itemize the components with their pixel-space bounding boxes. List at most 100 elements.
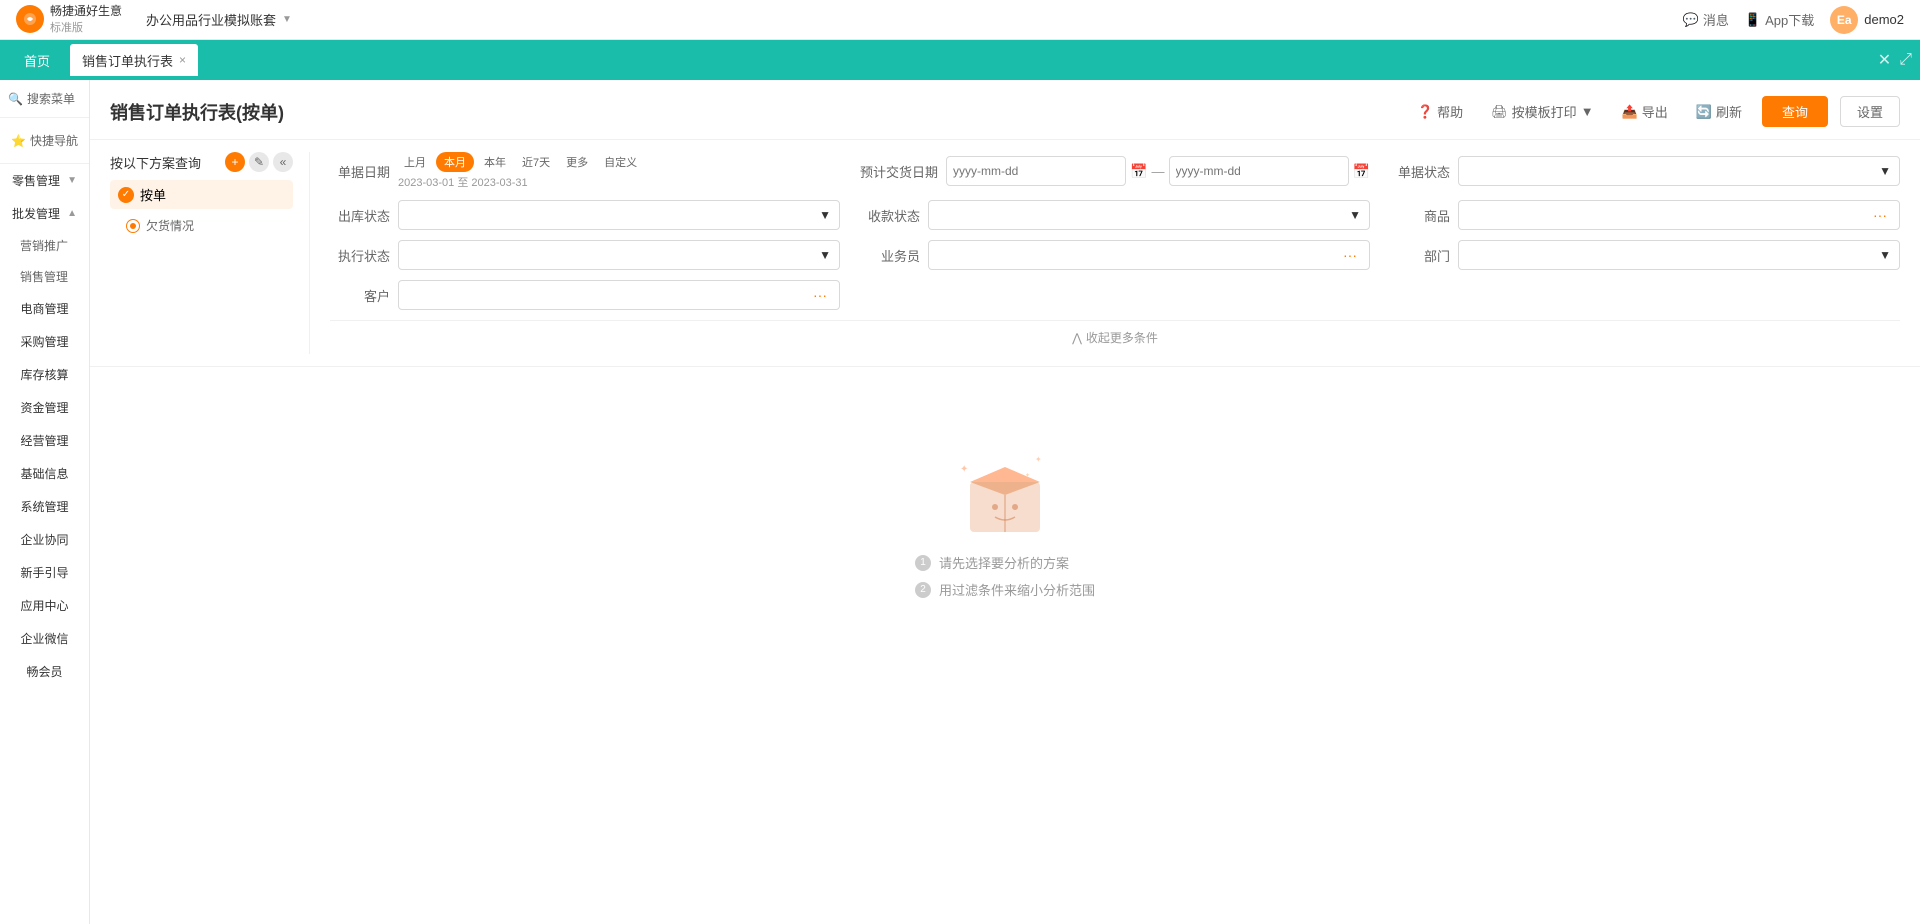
receipt-status-select[interactable]: ▼ — [928, 200, 1370, 230]
sidebar-item-system[interactable]: 系统管理 — [0, 490, 89, 523]
avatar: Ea — [1830, 6, 1858, 34]
edit-scheme-button[interactable]: ✎ — [249, 152, 269, 172]
doc-status-row: 单据状态 ▼ — [1390, 152, 1900, 190]
message-icon: 💬 — [1683, 12, 1699, 28]
doc-date-row: 单据日期 上月 本月 本年 近7天 更多 自定义 20 — [330, 152, 840, 190]
sidebar-item-guide[interactable]: 新手引导 — [0, 556, 89, 589]
help-icon: ❓ — [1417, 104, 1433, 120]
customer-label: 客户 — [330, 286, 390, 305]
exec-status-select[interactable]: ▼ — [398, 240, 840, 270]
this-year-btn[interactable]: 本年 — [478, 152, 512, 172]
tab-maximize-icon[interactable]: ⤢ — [1899, 51, 1912, 69]
filter-row-3: 执行状态 ▼ 业务员 ··· — [330, 240, 1900, 270]
sidebar-retail-header[interactable]: 零售管理 ▼ — [0, 164, 89, 197]
scheme-title: 按以下方案查询 — [110, 153, 201, 172]
top-header: 畅捷通好生意 标准版 办公用品行业模拟账套 ▼ 💬 消息 📱 App下载 Ea … — [0, 0, 1920, 40]
svg-text:✦: ✦ — [960, 464, 968, 475]
forecast-date-range: 📅 — 📅 — [946, 156, 1370, 186]
salesperson-label: 业务员 — [860, 246, 920, 265]
add-scheme-button[interactable]: + — [225, 152, 245, 172]
sidebar-wholesale-header[interactable]: 批发管理 ▲ — [0, 197, 89, 230]
goods-row: 商品 ··· — [1390, 200, 1900, 230]
scheme-dot-active: ✓ — [118, 187, 134, 203]
sidebar-item-apps[interactable]: 应用中心 — [0, 589, 89, 622]
refresh-icon: 🔄 — [1696, 104, 1712, 120]
receipt-status-label: 收款状态 — [860, 206, 920, 225]
query-button[interactable]: 查询 — [1762, 96, 1828, 127]
calendar-start-icon[interactable]: 📅 — [1130, 163, 1147, 180]
tab-bar-actions: ✕ ⤢ — [1878, 50, 1912, 70]
step-1-num: 1 — [915, 555, 931, 571]
sidebar-item-purchase[interactable]: 采购管理 — [0, 325, 89, 358]
sidebar-item-enterprise[interactable]: 企业协同 — [0, 523, 89, 556]
department-dropdown-icon: ▼ — [1879, 248, 1891, 262]
sidebar-item-member[interactable]: 畅会员 — [0, 655, 89, 688]
sidebar-item-wechat[interactable]: 企业微信 — [0, 622, 89, 655]
sidebar-search[interactable]: 🔍 搜索菜单 — [0, 80, 89, 118]
tab-sales-execution[interactable]: 销售订单执行表 × — [70, 44, 198, 76]
receipt-status-row: 收款状态 ▼ — [860, 200, 1370, 230]
filter-row-2: 出库状态 ▼ 收款状态 ▼ — [330, 200, 1900, 230]
scheme-actions: + ✎ « — [225, 152, 293, 172]
doc-date-label: 单据日期 — [330, 162, 390, 181]
app-download-button[interactable]: 📱 App下载 — [1745, 10, 1814, 29]
forecast-date-start[interactable] — [946, 156, 1126, 186]
template-print-button[interactable]: 🖨 按模板打印 ▼ — [1483, 98, 1601, 125]
goods-input[interactable]: ··· — [1458, 200, 1900, 230]
salesperson-ellipsis-icon[interactable]: ··· — [1339, 247, 1361, 263]
search-icon: 🔍 — [8, 92, 23, 106]
calendar-end-icon[interactable]: 📅 — [1353, 163, 1370, 180]
this-month-btn[interactable]: 本月 — [436, 152, 474, 172]
date-quick-buttons: 上月 本月 本年 近7天 更多 自定义 — [398, 152, 840, 172]
goods-ellipsis-icon[interactable]: ··· — [1869, 207, 1891, 223]
header-left: 畅捷通好生意 标准版 办公用品行业模拟账套 ▼ — [16, 4, 292, 34]
last-7-days-btn[interactable]: 近7天 — [516, 152, 556, 172]
user-area[interactable]: Ea demo2 — [1830, 6, 1904, 34]
help-button[interactable]: ❓ 帮助 — [1409, 98, 1471, 125]
sub-dot-icon — [126, 219, 140, 233]
sidebar-item-sales[interactable]: 销售管理 — [0, 261, 89, 292]
sidebar-item-ecommerce[interactable]: 电商管理 — [0, 292, 89, 325]
sidebar-item-quick-nav[interactable]: ⭐ 快捷导航 — [0, 124, 89, 157]
sidebar-item-marketing[interactable]: 营销推广 — [0, 230, 89, 261]
collapse-more-button[interactable]: ⋀ 收起更多条件 — [330, 320, 1900, 354]
refresh-button[interactable]: 🔄 刷新 — [1688, 98, 1750, 125]
sidebar-item-basic-info[interactable]: 基础信息 — [0, 457, 89, 490]
salesperson-input[interactable]: ··· — [928, 240, 1370, 270]
out-status-dropdown-icon: ▼ — [819, 208, 831, 222]
scheme-sub-arrears[interactable]: 欠货情况 — [118, 213, 285, 238]
account-selector[interactable]: 办公用品行业模拟账套 ▼ — [146, 10, 292, 29]
message-button[interactable]: 💬 消息 — [1683, 10, 1729, 29]
doc-status-select[interactable]: ▼ — [1458, 156, 1900, 186]
empty-text: 1 请先选择要分析的方案 2 用过滤条件来缩小分析范围 — [915, 553, 1095, 607]
forecast-date-end[interactable] — [1169, 156, 1349, 186]
sidebar-item-inventory[interactable]: 库存核算 — [0, 358, 89, 391]
settings-button[interactable]: 设置 — [1840, 96, 1900, 127]
customer-ellipsis-icon[interactable]: ··· — [809, 287, 831, 303]
tab-close-window-icon[interactable]: ✕ — [1878, 50, 1891, 70]
filter-scheme-header: 按以下方案查询 + ✎ « — [110, 152, 293, 172]
empty-illustration: ✦ ✦ ✦ — [955, 447, 1055, 537]
sidebar-item-finance[interactable]: 资金管理 — [0, 391, 89, 424]
last-month-btn[interactable]: 上月 — [398, 152, 432, 172]
goods-label: 商品 — [1390, 206, 1450, 225]
more-date-btn[interactable]: 更多 — [560, 152, 594, 172]
empty-state: ✦ ✦ ✦ 1 请先选择要分析的方案 2 — [90, 367, 1920, 687]
customer-input[interactable]: ··· — [398, 280, 840, 310]
collapse-icon: ⋀ — [1072, 331, 1082, 345]
collapse-scheme-button[interactable]: « — [273, 152, 293, 172]
exec-status-label: 执行状态 — [330, 246, 390, 265]
tab-home[interactable]: 首页 — [8, 45, 66, 76]
custom-date-btn[interactable]: 自定义 — [598, 152, 643, 172]
export-button[interactable]: 📤 导出 — [1614, 98, 1676, 125]
user-name: demo2 — [1864, 12, 1904, 27]
sidebar-quick-nav: ⭐ 快捷导航 — [0, 118, 89, 164]
sidebar-item-operations[interactable]: 经营管理 — [0, 424, 89, 457]
tab-close-icon[interactable]: × — [179, 53, 186, 67]
page-header: 销售订单执行表(按单) ❓ 帮助 🖨 按模板打印 ▼ 📤 导出 — [90, 80, 1920, 140]
out-status-select[interactable]: ▼ — [398, 200, 840, 230]
logo-sub: 标准版 — [50, 19, 122, 35]
exec-status-dropdown-icon: ▼ — [819, 248, 831, 262]
department-select[interactable]: ▼ — [1458, 240, 1900, 270]
scheme-item-orders[interactable]: ✓ 按单 — [110, 180, 293, 209]
